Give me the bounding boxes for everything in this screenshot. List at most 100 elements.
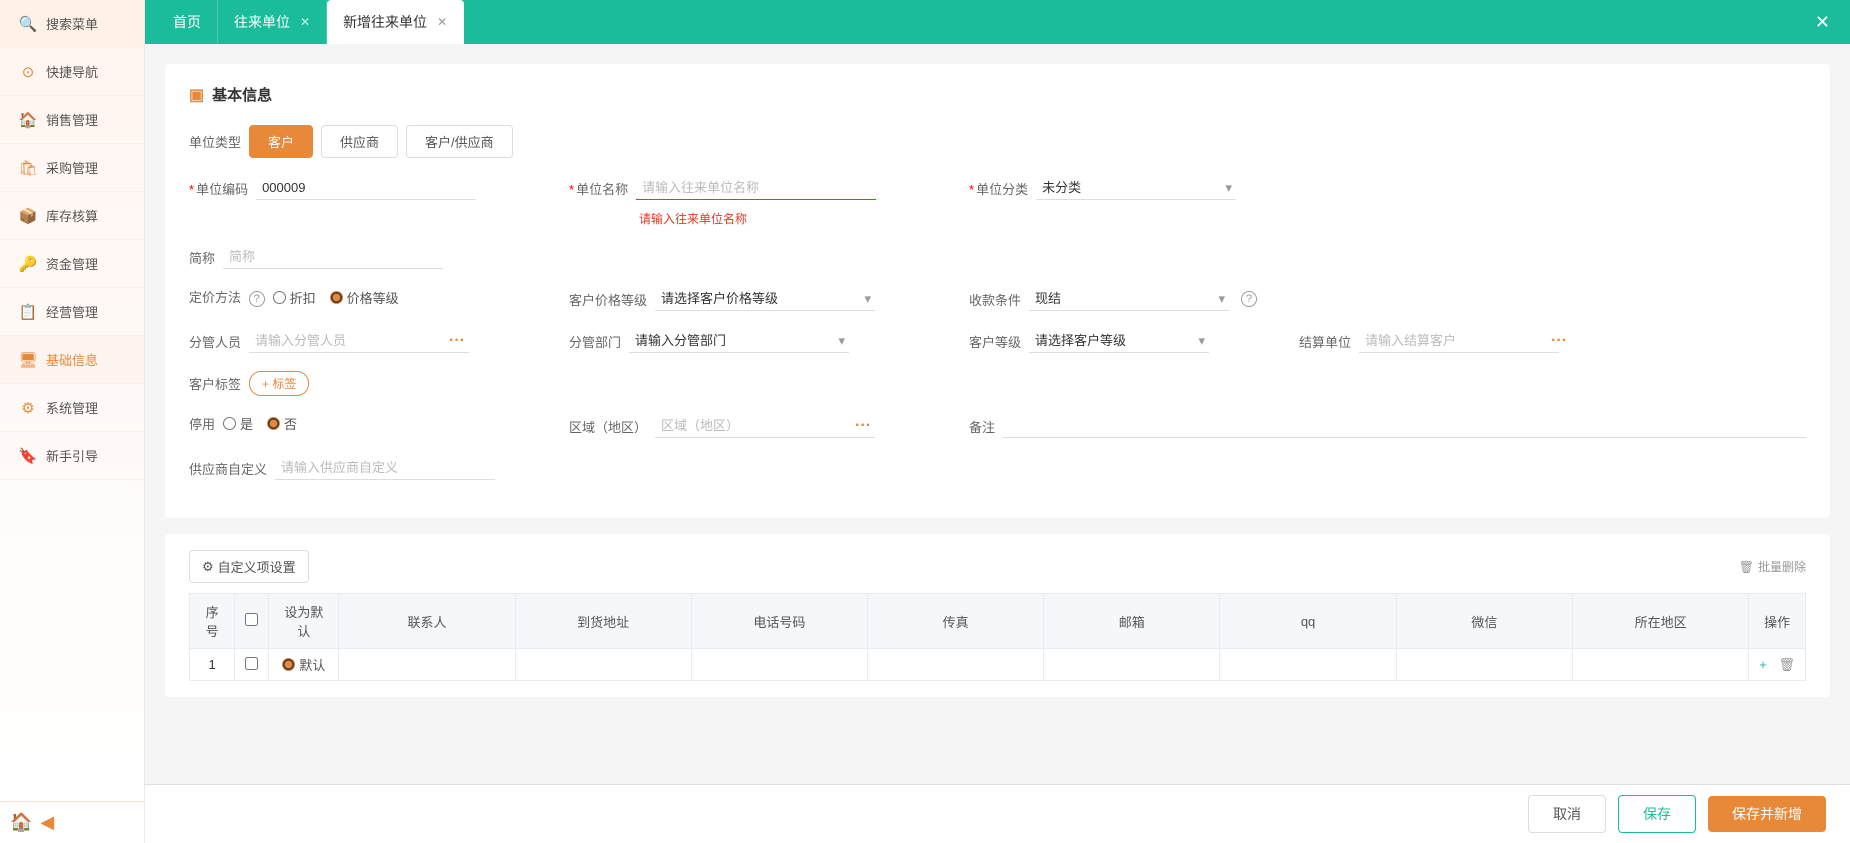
row-address[interactable] xyxy=(515,649,691,681)
save-button[interactable]: 保存 xyxy=(1618,795,1696,833)
row-address-input[interactable] xyxy=(526,657,681,672)
customer-price-level-select[interactable]: 请选择客户价格等级 xyxy=(655,287,875,311)
batch-delete-btn[interactable]: 🗑 批量删除 xyxy=(1739,558,1806,575)
payment-terms-select[interactable]: 现结 xyxy=(1029,287,1229,311)
settlement-unit-input[interactable] xyxy=(1359,329,1547,352)
sidebar-item-purchase[interactable]: 🛍 采购管理 xyxy=(0,144,144,192)
remark-field: 备注 xyxy=(969,414,1806,438)
region-input[interactable] xyxy=(655,414,851,437)
select-all-checkbox[interactable] xyxy=(245,613,258,626)
sidebar-item-system[interactable]: ⚙ 系统管理 xyxy=(0,384,144,432)
batch-delete-icon: 🗑 xyxy=(1739,560,1754,574)
payment-terms-question-icon[interactable]: ? xyxy=(1241,291,1257,307)
row-contact-input[interactable] xyxy=(349,657,504,672)
payment-terms-field: 收款条件 现结 ? xyxy=(969,287,1309,311)
row-wechat[interactable] xyxy=(1396,649,1572,681)
sidebar-item-operations[interactable]: 📋 经营管理 xyxy=(0,288,144,336)
sidebar-item-guide[interactable]: 🔖 新手引导 xyxy=(0,432,144,480)
close-all-tabs[interactable]: ✕ xyxy=(1807,8,1838,37)
pricing-level-radio[interactable]: 价格等级 xyxy=(330,288,399,307)
department-select[interactable]: 请输入分管部门 xyxy=(629,329,849,353)
row-wechat-input[interactable] xyxy=(1407,657,1562,672)
region-more-btn[interactable]: ··· xyxy=(851,417,875,435)
row-qq-input[interactable] xyxy=(1230,657,1385,672)
save-new-button[interactable]: 保存并新增 xyxy=(1708,796,1826,832)
add-tag-button[interactable]: + 标签 xyxy=(249,371,309,396)
unit-name-label: *单位名称 xyxy=(569,179,628,198)
row-region-input[interactable] xyxy=(1583,657,1738,672)
tab-partners[interactable]: 往来单位 ✕ xyxy=(218,0,327,44)
customer-tag-field: 客户标签 + 标签 xyxy=(189,371,1806,396)
pricing-method-field: 定价方法 ? 折扣 价格等级 xyxy=(189,287,529,307)
supplier-custom-row: 供应商自定义 xyxy=(189,456,1806,480)
settlement-unit-label: 结算单位 xyxy=(1299,332,1351,351)
cancel-button[interactable]: 取消 xyxy=(1528,795,1606,833)
col-contact: 联系人 xyxy=(339,594,515,649)
row-region[interactable] xyxy=(1572,649,1748,681)
settlement-unit-input-wrap: ··· xyxy=(1359,329,1559,353)
type-btn-supplier[interactable]: 供应商 xyxy=(321,125,398,158)
department-select-wrap: 请输入分管部门 xyxy=(629,329,849,353)
disabled-yes-radio[interactable]: 是 xyxy=(223,414,253,433)
unit-code-input[interactable] xyxy=(256,176,476,200)
remark-input[interactable] xyxy=(1003,414,1806,438)
row-phone-input[interactable] xyxy=(702,657,857,672)
disabled-no-radio[interactable]: 否 xyxy=(267,414,297,433)
col-address: 到货地址 xyxy=(515,594,691,649)
tab-new-partner-close[interactable]: ✕ xyxy=(437,15,447,29)
row-checkbox-input[interactable] xyxy=(245,657,258,670)
type-btn-both[interactable]: 客户/供应商 xyxy=(406,125,513,158)
customer-price-level-field: 客户价格等级 请选择客户价格等级 xyxy=(569,287,929,311)
unit-type-label: 单位类型 xyxy=(189,132,241,151)
row-add-btn[interactable]: + xyxy=(1759,657,1767,672)
manager-input[interactable] xyxy=(249,329,445,352)
sidebar-item-sales[interactable]: 🏠 销售管理 xyxy=(0,96,144,144)
short-name-row: 简称 xyxy=(189,245,1806,269)
row-default-radio-label[interactable]: 默认 xyxy=(279,655,328,674)
row-fax-input[interactable] xyxy=(878,657,1033,672)
manager-more-btn[interactable]: ··· xyxy=(445,332,469,350)
row-delete-btn[interactable]: 🗑 xyxy=(1778,657,1795,672)
sidebar-item-inventory[interactable]: 📦 库存核算 xyxy=(0,192,144,240)
tab-partners-close[interactable]: ✕ xyxy=(300,15,310,29)
unit-name-input[interactable] xyxy=(636,176,876,200)
row-fax[interactable] xyxy=(867,649,1043,681)
contacts-table: 序号 设为默认 联系人 到货地址 电话号码 传真 邮箱 qq 微信 所在地区 操… xyxy=(189,593,1806,681)
sidebar-expand-icon[interactable]: ◀ xyxy=(40,812,54,833)
supplier-custom-input[interactable] xyxy=(275,456,495,480)
tab-new-partner[interactable]: 新增往来单位 ✕ xyxy=(327,0,464,44)
manager-input-wrap: ··· xyxy=(249,329,469,353)
unit-category-select[interactable]: 未分类 xyxy=(1036,176,1236,200)
custom-settings-btn[interactable]: ⚙ 自定义项设置 xyxy=(189,550,309,583)
tab-home[interactable]: 首页 xyxy=(157,0,218,44)
manager-field: 分管人员 ··· xyxy=(189,329,529,353)
unit-name-error: 请输入往来单位名称 xyxy=(639,210,747,227)
type-btn-customer[interactable]: 客户 xyxy=(249,125,313,158)
col-no: 序号 xyxy=(190,594,235,649)
sales-icon: 🏠 xyxy=(18,111,38,129)
row-phone[interactable] xyxy=(691,649,867,681)
sidebar-item-basic-info[interactable]: 🖥 基础信息 xyxy=(0,336,144,384)
sidebar-item-finance[interactable]: 🔑 资金管理 xyxy=(0,240,144,288)
row-email[interactable] xyxy=(1044,649,1220,681)
unit-type-row: 单位类型 客户 供应商 客户/供应商 xyxy=(189,125,1806,158)
inventory-icon: 📦 xyxy=(18,207,38,225)
sidebar-item-search[interactable]: 🔍 搜索菜单 xyxy=(0,0,144,48)
pricing-question-icon[interactable]: ? xyxy=(249,291,265,307)
sidebar-home-icon[interactable]: 🏠 xyxy=(10,812,32,833)
pricing-discount-radio[interactable]: 折扣 xyxy=(273,288,316,307)
disabled-radio-group: 是 否 xyxy=(223,414,297,433)
customer-level-select[interactable]: 请选择客户等级 xyxy=(1029,329,1209,353)
supplier-custom-field: 供应商自定义 xyxy=(189,456,529,480)
sidebar-item-quick-nav[interactable]: ⊙ 快捷导航 xyxy=(0,48,144,96)
row-email-input[interactable] xyxy=(1054,657,1209,672)
short-name-input[interactable] xyxy=(223,245,443,269)
row-qq[interactable] xyxy=(1220,649,1396,681)
row-contact[interactable] xyxy=(339,649,515,681)
col-email: 邮箱 xyxy=(1044,594,1220,649)
unit-category-select-wrap: 未分类 xyxy=(1036,176,1236,200)
settlement-unit-more-btn[interactable]: ··· xyxy=(1547,332,1571,350)
row-default-radio[interactable] xyxy=(282,658,295,671)
region-label: 区域（地区） xyxy=(569,417,647,436)
guide-icon: 🔖 xyxy=(18,447,38,465)
